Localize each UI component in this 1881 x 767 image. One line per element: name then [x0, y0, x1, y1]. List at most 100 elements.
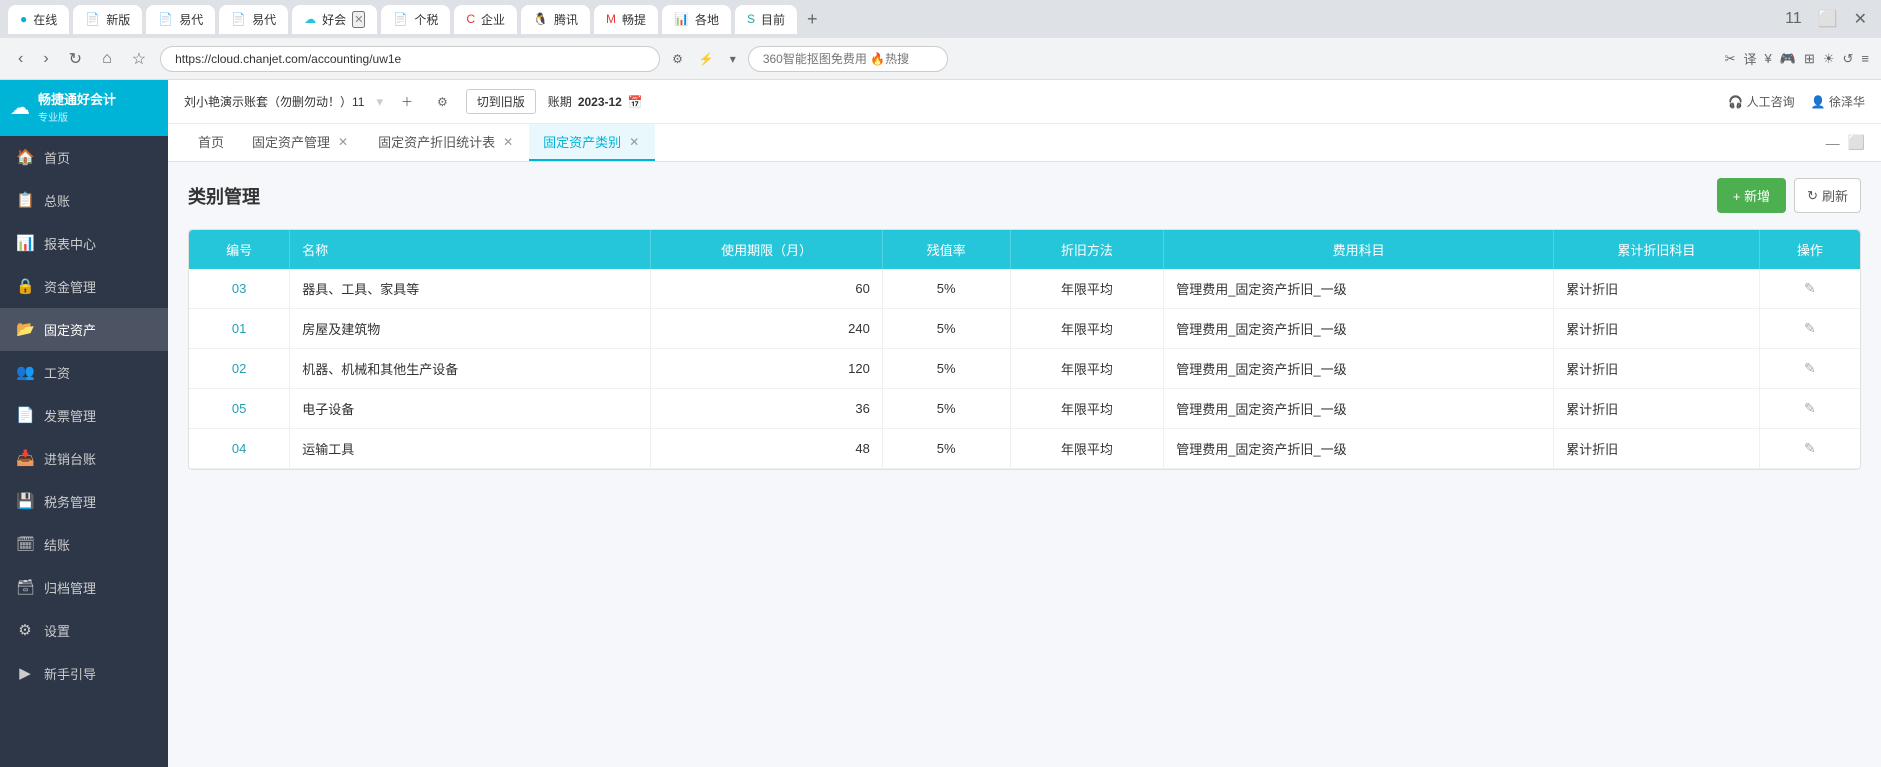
- browser-tab-6[interactable]: C 企业: [454, 5, 517, 34]
- account-settings-btn[interactable]: ⚙: [431, 91, 454, 113]
- refresh-button[interactable]: ↻ 刷新: [1794, 178, 1861, 213]
- payroll-icon: 👥: [16, 363, 34, 381]
- sidebar-item-ledger[interactable]: 📋 总账: [0, 179, 168, 222]
- sidebar-item-tax[interactable]: 💾 税务管理: [0, 480, 168, 523]
- cell-name-0: 器具、工具、家具等: [290, 269, 651, 309]
- browser-tab-10[interactable]: S 目前: [735, 5, 797, 34]
- cell-residual-0: 5%: [882, 269, 1010, 309]
- sidebar-item-archive[interactable]: 🗃 归档管理: [0, 566, 168, 609]
- closing-icon: 🗓: [16, 535, 34, 553]
- cell-action-2[interactable]: ✎: [1759, 349, 1860, 389]
- sidebar-item-fixed-assets[interactable]: 📂 固定资产: [0, 308, 168, 351]
- window-restore[interactable]: ⬜: [1812, 5, 1844, 33]
- sidebar-item-guide[interactable]: ▶ 新手引导: [0, 652, 168, 695]
- window-close[interactable]: ✕: [1848, 5, 1873, 33]
- refresh-icon: ↻: [1807, 188, 1818, 204]
- browser-tab-8[interactable]: M 畅提: [594, 5, 658, 34]
- edit-icon-0[interactable]: ✎: [1804, 280, 1816, 296]
- tab-close-category[interactable]: ✕: [627, 135, 641, 149]
- user-account-label: 刘小艳演示账套（勿删勿动！）11: [184, 93, 364, 110]
- edit-icon-3[interactable]: ✎: [1804, 400, 1816, 416]
- reports-icon: 📊: [16, 234, 34, 252]
- browser-tab-2[interactable]: 📄 易代: [146, 5, 215, 34]
- sidebar-item-settings[interactable]: ⚙ 设置: [0, 609, 168, 652]
- cell-period-0: 60: [651, 269, 882, 309]
- tab-close-depreciation-table[interactable]: ✕: [501, 135, 515, 149]
- category-table: 编号 名称 使用期限（月） 残值率 折旧方法 费用科目 累计折旧科目 操作 03…: [189, 230, 1860, 469]
- currency-icon[interactable]: ¥: [1765, 51, 1772, 66]
- sidebar-item-invoice[interactable]: 📄 发票管理: [0, 394, 168, 437]
- fixed-assets-icon: 📂: [16, 320, 34, 338]
- address-input[interactable]: [160, 46, 660, 72]
- page-tab-depreciation-table[interactable]: 固定资产折旧统计表 ✕: [364, 124, 529, 161]
- grid-icon[interactable]: ⊞: [1804, 51, 1815, 67]
- cell-code-0: 03: [189, 269, 290, 309]
- account-dropdown-btn[interactable]: ＋: [395, 89, 419, 114]
- sidebar-item-reports[interactable]: 📊 报表中心: [0, 222, 168, 265]
- browser-tab-7[interactable]: 🐧 腾讯: [521, 5, 590, 34]
- edit-icon-1[interactable]: ✎: [1804, 320, 1816, 336]
- page-tab-category[interactable]: 固定资产类别 ✕: [529, 124, 655, 161]
- reload-button[interactable]: ↻: [63, 45, 88, 73]
- window-minimize[interactable]: 11: [1779, 5, 1808, 33]
- game-icon[interactable]: 🎮: [1780, 51, 1796, 67]
- browser-search-input[interactable]: [748, 46, 948, 72]
- scissors-icon[interactable]: ✂: [1725, 51, 1736, 67]
- tab-maximize-btn[interactable]: ⬜: [1848, 134, 1865, 151]
- forward-button[interactable]: ›: [37, 46, 54, 72]
- table-wrapper: 编号 名称 使用期限（月） 残值率 折旧方法 费用科目 累计折旧科目 操作 03…: [188, 229, 1861, 470]
- cell-residual-4: 5%: [882, 429, 1010, 469]
- sidebar-item-purchase-label: 进销台账: [44, 449, 96, 468]
- sun-icon[interactable]: ☀: [1823, 51, 1835, 67]
- add-category-button[interactable]: + 新增: [1717, 178, 1786, 213]
- col-header-method: 折旧方法: [1010, 230, 1164, 269]
- page-tab-fixed-assets-mgmt[interactable]: 固定资产管理 ✕: [238, 124, 364, 161]
- sidebar-item-payroll[interactable]: 👥 工资: [0, 351, 168, 394]
- logo-title: 畅捷通好会计: [38, 92, 116, 109]
- browser-tab-4[interactable]: ☁ 好会 ✕: [292, 5, 377, 34]
- sidebar-item-purchase[interactable]: 📥 进销台账: [0, 437, 168, 480]
- cell-period-4: 48: [651, 429, 882, 469]
- tab-minimize-btn[interactable]: —: [1826, 134, 1840, 151]
- table-row: 01 房屋及建筑物 240 5% 年限平均 管理费用_固定资产折旧_一级 累计折…: [189, 309, 1860, 349]
- browser-tab-5[interactable]: 📄 个税: [381, 5, 450, 34]
- undo-icon[interactable]: ↺: [1843, 51, 1854, 67]
- new-tab-button[interactable]: +: [801, 9, 824, 30]
- calendar-icon: 📅: [628, 95, 643, 109]
- guide-icon: ▶: [16, 664, 34, 682]
- sidebar-item-closing[interactable]: 🗓 结账: [0, 523, 168, 566]
- sidebar-item-closing-label: 结账: [44, 535, 70, 554]
- back-button[interactable]: ‹: [12, 46, 29, 72]
- header-right: 🎧 人工咨询 👤 徐泽华: [1728, 93, 1865, 110]
- page-tabs: 首页 固定资产管理 ✕ 固定资产折旧统计表 ✕ 固定资产类别 ✕ — ⬜: [168, 124, 1881, 162]
- cell-action-4[interactable]: ✎: [1759, 429, 1860, 469]
- switch-version-btn[interactable]: 切到旧版: [466, 89, 536, 114]
- col-header-action: 操作: [1759, 230, 1860, 269]
- edit-icon-2[interactable]: ✎: [1804, 360, 1816, 376]
- edit-icon-4[interactable]: ✎: [1804, 440, 1816, 456]
- browser-tab-3[interactable]: 📄 易代: [219, 5, 288, 34]
- home-button[interactable]: ⌂: [96, 46, 118, 72]
- browser-tab-close-4[interactable]: ✕: [352, 11, 365, 28]
- sidebar-item-funds[interactable]: 🔒 资金管理: [0, 265, 168, 308]
- ledger-icon: 📋: [16, 191, 34, 209]
- col-header-code: 编号: [189, 230, 290, 269]
- browser-tab-0[interactable]: ● 在线: [8, 5, 69, 34]
- chevron-down-icon: ▾: [730, 52, 736, 66]
- cell-action-1[interactable]: ✎: [1759, 309, 1860, 349]
- menu-icon[interactable]: ≡: [1861, 51, 1869, 66]
- cell-action-0[interactable]: ✎: [1759, 269, 1860, 309]
- cell-method-3: 年限平均: [1010, 389, 1164, 429]
- cell-expense-4: 管理费用_固定资产折旧_一级: [1164, 429, 1554, 469]
- bookmark-button[interactable]: ☆: [126, 45, 152, 73]
- cell-action-3[interactable]: ✎: [1759, 389, 1860, 429]
- page-tab-home[interactable]: 首页: [184, 124, 238, 161]
- translate-icon[interactable]: 译: [1744, 49, 1757, 68]
- browser-tab-9[interactable]: 📊 各地: [662, 5, 731, 34]
- tab-close-fixed-assets-mgmt[interactable]: ✕: [336, 135, 350, 149]
- browser-tab-1[interactable]: 📄 新版: [73, 5, 142, 34]
- cell-name-3: 电子设备: [290, 389, 651, 429]
- sidebar-item-home[interactable]: 🏠 首页: [0, 136, 168, 179]
- funds-icon: 🔒: [16, 277, 34, 295]
- toolbar-right: + 新增 ↻ 刷新: [1717, 178, 1861, 213]
